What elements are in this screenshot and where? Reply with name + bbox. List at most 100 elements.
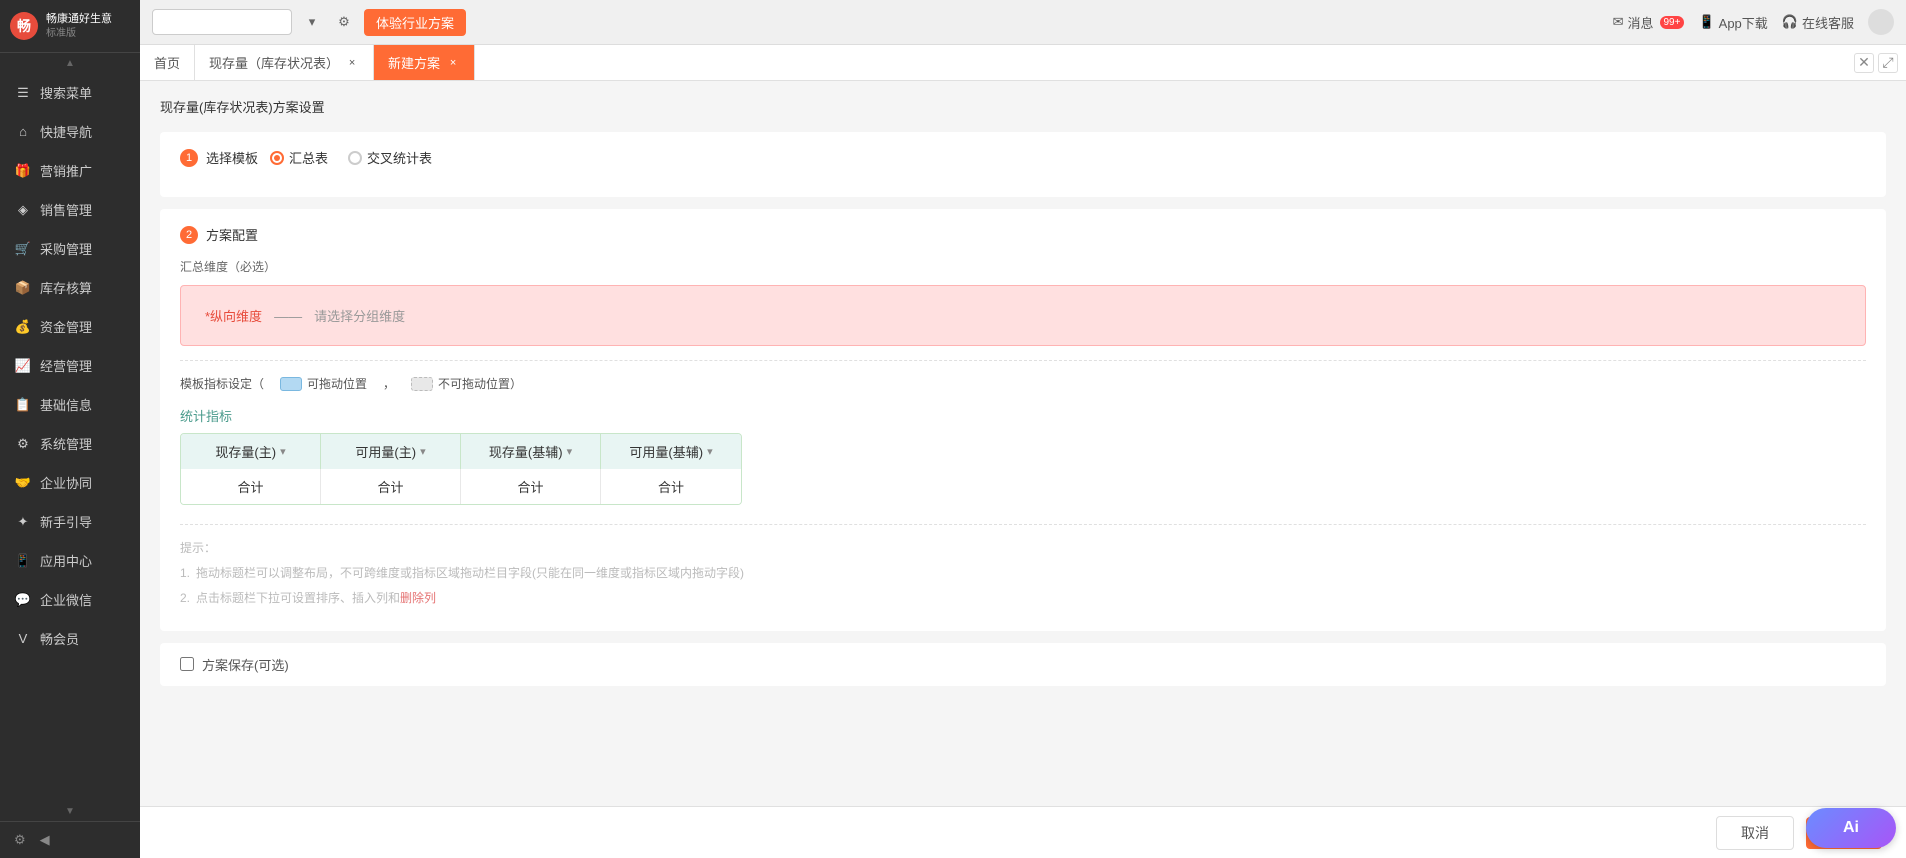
app-download-icon: 📱 (1698, 14, 1714, 30)
sidebar-item-app-center[interactable]: 📱 应用中心 (0, 541, 140, 580)
divider2 (180, 524, 1866, 525)
footer: 取消 查询 (140, 806, 1906, 858)
marketing-icon: 🎁 (14, 162, 32, 180)
template-indicator: 模板指标设定（ 可拖动位置 ， 不可拖动位置） (180, 375, 1866, 392)
tabbar-expand-btn[interactable]: ⤢ (1878, 53, 1898, 73)
search-menu-icon: ☰ (14, 84, 32, 102)
tip-1: 1.拖动标题栏可以调整布局，不可跨维度或指标区域拖动栏目字段(只能在同一维度或指… (180, 564, 1866, 583)
cancel-button[interactable]: 取消 (1716, 816, 1794, 850)
tab-inventory-close[interactable]: × (345, 56, 359, 70)
tab-inventory[interactable]: 现存量（库存状况表） × (195, 45, 374, 80)
sidebar-collapse-icon[interactable]: ◀ (40, 832, 50, 848)
stats-cell-0: 合计 (181, 469, 321, 504)
system-icon: ⚙ (14, 435, 32, 453)
step2-title: 方案配置 (206, 225, 258, 244)
stats-cell-1: 合计 (321, 469, 461, 504)
sidebar-item-basic-info[interactable]: 📋 基础信息 (0, 385, 140, 424)
member-icon: V (14, 630, 32, 648)
topbar-search-input[interactable] (152, 9, 292, 35)
tabbar-close-btn[interactable]: ✕ (1854, 53, 1874, 73)
sidebar-item-sales[interactable]: ◈ 销售管理 (0, 190, 140, 229)
sidebar-item-enterprise[interactable]: 🤝 企业协同 (0, 463, 140, 502)
topbar-right: ✉ 消息 99+ 📱 App下载 🎧 在线客服 (1613, 9, 1894, 35)
page-title: 现存量(库存状况表)方案设置 (160, 97, 1886, 116)
tip-label: 提示： (180, 539, 1866, 558)
topbar-gear-icon[interactable]: ⚙ (332, 10, 356, 34)
indicator-separator: ， (383, 375, 395, 392)
stats-col-1[interactable]: 可用量(主) ▾ (321, 434, 461, 469)
sidebar-nav: ☰ 搜索菜单 ⌂ 快捷导航 🎁 营销推广 ◈ 销售管理 🛒 采购管理 📦 库存核… (0, 73, 140, 801)
tabbar: 首页 现存量（库存状况表） × 新建方案 × ✕ ⤢ (140, 45, 1906, 81)
save-scheme-label: 方案保存(可选) (202, 655, 289, 674)
basic-info-icon: 📋 (14, 396, 32, 414)
divider1 (180, 360, 1866, 361)
operations-icon: 📈 (14, 357, 32, 375)
stats-col-2-chevron[interactable]: ▾ (567, 445, 573, 458)
stats-col-0[interactable]: 现存量(主) ▾ (181, 434, 321, 469)
sidebar-scroll-down[interactable]: ▼ (0, 801, 140, 821)
tab-home[interactable]: 首页 (140, 45, 195, 80)
delete-col-link[interactable]: 删除列 (400, 591, 436, 605)
topbar-message[interactable]: ✉ 消息 99+ (1613, 13, 1685, 32)
sidebar-item-finance[interactable]: 💰 资金管理 (0, 307, 140, 346)
content-area: 现存量(库存状况表)方案设置 1 选择模板 汇总表 交叉统计表 (140, 81, 1906, 806)
radio-cross[interactable]: 交叉统计表 (348, 148, 432, 167)
stats-col-2[interactable]: 现存量(基辅) ▾ (461, 434, 601, 469)
radio-summary-circle (270, 151, 284, 165)
sidebar-item-inventory[interactable]: 📦 库存核算 (0, 268, 140, 307)
message-icon: ✉ (1613, 14, 1624, 30)
stats-col-3[interactable]: 可用量(基辅) ▾ (601, 434, 741, 469)
inventory-icon: 📦 (14, 279, 32, 297)
new-guide-icon: ✦ (14, 513, 32, 531)
sidebar-logo: 畅 畅康通好生意 标准版 (0, 0, 140, 53)
template-indicator-label: 模板指标设定（ (180, 375, 264, 392)
sidebar-item-new-guide[interactable]: ✦ 新手引导 (0, 502, 140, 541)
sidebar-item-member[interactable]: V 畅会员 (0, 619, 140, 658)
sidebar-item-system[interactable]: ⚙ 系统管理 (0, 424, 140, 463)
topbar: ▾ ⚙ 体验行业方案 ✉ 消息 99+ 📱 App下载 🎧 在线客服 (140, 0, 1906, 45)
message-badge: 99+ (1660, 16, 1685, 29)
stats-table-header: 现存量(主) ▾ 可用量(主) ▾ 现存量(基辅) ▾ 可用量(基辅) ▾ (181, 434, 741, 469)
sidebar-item-quick-nav[interactable]: ⌂ 快捷导航 (0, 112, 140, 151)
topbar-dropdown-icon[interactable]: ▾ (300, 10, 324, 34)
sidebar-scroll-up[interactable]: ▲ (0, 53, 140, 73)
main-area: ▾ ⚙ 体验行业方案 ✉ 消息 99+ 📱 App下载 🎧 在线客服 首页 (140, 0, 1906, 858)
indicator-draggable: 可拖动位置 (280, 375, 367, 392)
logo-icon: 畅 (10, 12, 38, 40)
quick-nav-icon: ⌂ (14, 123, 32, 141)
stats-section-title: 统计指标 (180, 406, 1866, 425)
stats-col-1-chevron[interactable]: ▾ (420, 445, 426, 458)
ai-float-button[interactable]: Ai (1806, 808, 1896, 848)
sales-icon: ◈ (14, 201, 32, 219)
step1-badge: 1 (180, 149, 198, 167)
step1-title: 选择模板 (206, 148, 258, 167)
topbar-app-download[interactable]: 📱 App下载 (1698, 13, 1767, 32)
draggable-box (280, 377, 302, 391)
finance-icon: 💰 (14, 318, 32, 336)
sidebar-item-purchase[interactable]: 🛒 采购管理 (0, 229, 140, 268)
sidebar-settings-icon[interactable]: ⚙ (14, 832, 26, 848)
dimension-required: *纵向维度 (205, 306, 262, 325)
stats-cell-3: 合计 (601, 469, 741, 504)
user-avatar[interactable] (1868, 9, 1894, 35)
step2-header: 2 方案配置 (180, 225, 1866, 244)
tabbar-collapse-btns: ✕ ⤢ (1854, 53, 1898, 73)
sidebar: 畅 畅康通好生意 标准版 ▲ ☰ 搜索菜单 ⌂ 快捷导航 🎁 营销推广 ◈ 销售… (0, 0, 140, 858)
logo-text: 畅康通好生意 标准版 (46, 12, 112, 39)
save-scheme-checkbox[interactable] (180, 657, 194, 671)
stats-col-0-chevron[interactable]: ▾ (280, 445, 286, 458)
dimension-box[interactable]: *纵向维度 —— 请选择分组维度 (180, 285, 1866, 346)
experience-btn[interactable]: 体验行业方案 (364, 9, 466, 36)
sidebar-item-operations[interactable]: 📈 经营管理 (0, 346, 140, 385)
sidebar-item-wechat[interactable]: 💬 企业微信 (0, 580, 140, 619)
tab-new-scheme[interactable]: 新建方案 × (374, 45, 475, 80)
dimension-arrow: —— (274, 308, 302, 324)
sidebar-item-search[interactable]: ☰ 搜索菜单 (0, 73, 140, 112)
topbar-online-service[interactable]: 🎧 在线客服 (1782, 13, 1854, 32)
purchase-icon: 🛒 (14, 240, 32, 258)
tab-new-scheme-close[interactable]: × (446, 56, 460, 70)
stats-col-3-chevron[interactable]: ▾ (707, 445, 713, 458)
not-draggable-box (411, 377, 433, 391)
sidebar-item-marketing[interactable]: 🎁 营销推广 (0, 151, 140, 190)
radio-summary[interactable]: 汇总表 (270, 148, 328, 167)
